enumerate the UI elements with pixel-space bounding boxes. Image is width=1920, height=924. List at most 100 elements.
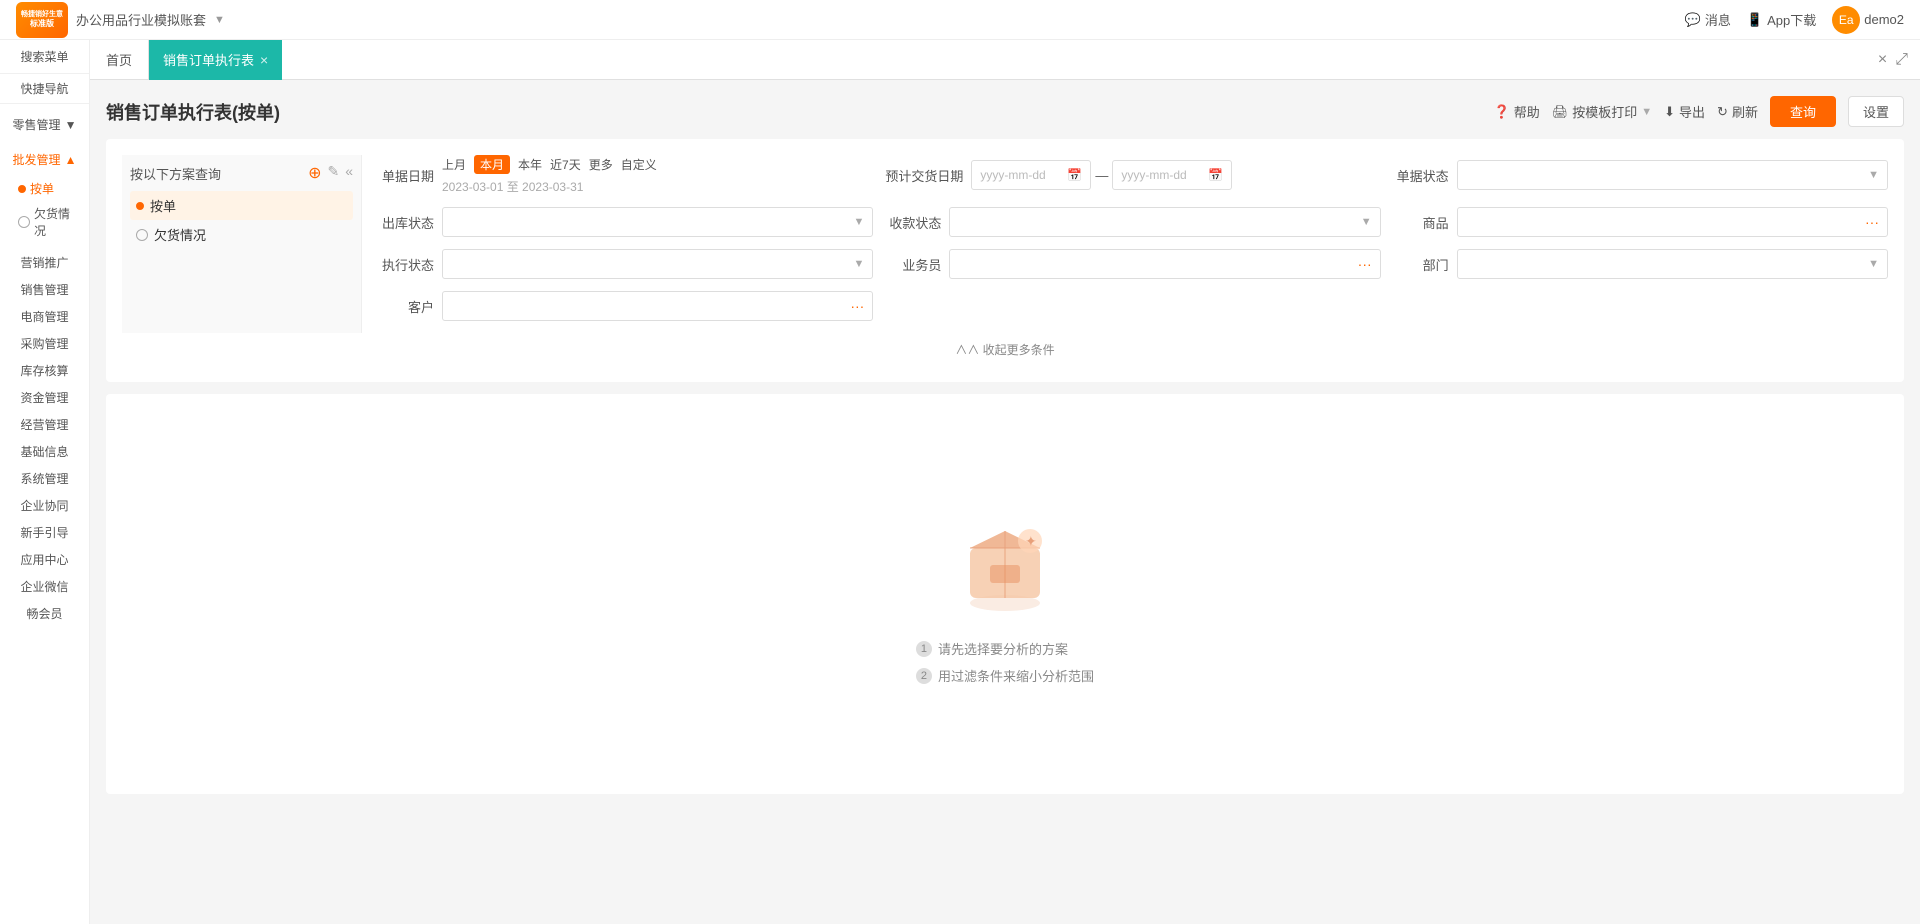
message-icon: 💬 [1685,12,1701,28]
date-tabs: 上月 本月 本年 近7天 更多 自定义 [442,155,873,174]
collapse-label: 收起更多条件 [983,343,1055,357]
execution-chevron: ▼ [853,258,864,270]
department-select[interactable]: ▼ [1457,249,1888,279]
sidebar-item-corp[interactable]: 企业协同 [0,492,89,519]
product-label: 商品 [1393,213,1449,232]
refresh-button[interactable]: ↻ 刷新 [1717,102,1758,121]
sidebar-item-finance[interactable]: 资金管理 [0,384,89,411]
date-tab-more[interactable]: 更多 [589,156,613,173]
query-button[interactable]: 查询 [1770,96,1836,127]
customer-input[interactable]: ··· [442,291,873,321]
sidebar-section-wholesale: 批发管理 ▲ 按单 欠货情况 [0,139,89,249]
wholesale-chevron: ▲ [65,153,77,167]
tab-close-button[interactable]: × [260,52,268,68]
product-input[interactable]: ··· [1457,207,1888,237]
message-button[interactable]: 💬 消息 [1685,10,1731,29]
date-tab-thismonth[interactable]: 本月 [474,155,510,174]
filter-delivery-field: 出库状态 ▼ [378,207,873,237]
sales-order-label: 按单 [30,180,54,197]
print-label: 按模板打印 [1572,102,1637,121]
sidebar-item-apps[interactable]: 应用中心 [0,546,89,573]
filter-status-field: 单据状态 ▼ [1393,155,1888,195]
sidebar-item-shortage[interactable]: 欠货情况 [12,201,77,243]
customer-ellipsis[interactable]: ··· [850,298,864,314]
date-separator: — [1095,168,1108,183]
tab-bar-controls: × ⤢ [1878,51,1920,69]
logo-subtext: 标准版 [30,19,54,29]
status-label: 单据状态 [1393,166,1449,185]
sidebar-quick-nav[interactable]: 快捷导航 [0,74,89,104]
settings-button[interactable]: 设置 [1848,96,1904,127]
sidebar-item-purchase[interactable]: 采购管理 [0,330,89,357]
empty-tip-2: 2 用过滤条件来缩小分析范围 [916,666,1094,685]
sidebar-item-newbie[interactable]: 新手引导 [0,519,89,546]
user-profile[interactable]: Ea demo2 [1832,6,1904,34]
print-button[interactable]: 🖨 按模板打印 ▼ [1552,102,1652,121]
sidebar-item-sales-mgmt[interactable]: 销售管理 [0,276,89,303]
scheme-item-shortage[interactable]: 欠货情况 [130,220,353,249]
page-content: 销售订单执行表(按单) ❓ 帮助 🖨 按模板打印 ▼ ⬇ [90,80,1920,924]
collapse-bar[interactable]: ∧∧ 收起更多条件 [122,333,1888,366]
scheme-collapse-icon[interactable]: « [345,163,353,183]
filter-execution-field: 执行状态 ▼ [378,249,873,279]
scheme-edit-icon[interactable]: ✎ [327,163,339,183]
salesperson-input[interactable]: ··· [949,249,1380,279]
window-close-button[interactable]: × [1878,51,1887,69]
shortage-label: 欠货情况 [34,205,71,239]
date-tab-7days[interactable]: 近7天 [550,156,581,173]
help-icon: ❓ [1494,104,1510,120]
empty-state: ✦ 1 请先选择要分析的方案 2 用过滤条件来缩小分析范围 [916,503,1094,685]
scheme-title: 按以下方案查询 [130,164,221,183]
scheme-icons: ⊕ ✎ « [308,163,353,183]
refresh-icon: ↻ [1717,104,1728,120]
sidebar-item-system[interactable]: 系统管理 [0,465,89,492]
sidebar-item-basic[interactable]: 基础信息 [0,438,89,465]
sidebar-item-member[interactable]: 畅会员 [0,600,89,627]
filter-salesperson-field: 业务员 ··· [885,249,1380,279]
date-tab-lastmonth[interactable]: 上月 [442,156,466,173]
date-filter-container: 上月 本月 本年 近7天 更多 自定义 2023-03-01 至 2023-03… [442,155,873,195]
sidebar-item-ecommerce[interactable]: 电商管理 [0,303,89,330]
tab-active-label: 销售订单执行表 [163,50,254,69]
execution-select[interactable]: ▼ [442,249,873,279]
collapse-icon: ∧∧ [955,343,979,357]
salesperson-ellipsis[interactable]: ··· [1358,256,1372,272]
scheme-panel-header: 按以下方案查询 ⊕ ✎ « [130,163,353,183]
expected-date-from[interactable]: yyyy-mm-dd 📅 [971,160,1091,190]
sidebar-item-wechat[interactable]: 企业微信 [0,573,89,600]
date-tab-custom[interactable]: 自定义 [621,156,657,173]
svg-text:✦: ✦ [1025,533,1037,549]
payment-select[interactable]: ▼ [949,207,1380,237]
scheme-add-icon[interactable]: ⊕ [308,163,321,183]
filter-department-field: 部门 ▼ [1393,249,1888,279]
delivery-chevron: ▼ [853,216,864,228]
app-download-button[interactable]: 📱 App下载 [1747,10,1816,29]
sidebar-item-operation[interactable]: 经营管理 [0,411,89,438]
product-ellipsis[interactable]: ··· [1865,214,1879,230]
content-area: 首页 销售订单执行表 × × ⤢ 销售订单执行表(按单) ❓ [90,40,1920,924]
date-tab-thisyear[interactable]: 本年 [518,156,542,173]
export-button[interactable]: ⬇ 导出 [1664,102,1705,121]
sidebar: 搜索菜单 快捷导航 零售管理 ▼ 批发管理 ▲ 按单 [0,40,90,924]
sidebar-item-marketing[interactable]: 营销推广 [0,249,89,276]
filter-row-4-empty-col3 [1393,291,1888,321]
main-area: 搜索菜单 快捷导航 零售管理 ▼ 批发管理 ▲ 按单 [0,40,1920,924]
help-button[interactable]: ❓ 帮助 [1494,102,1540,121]
filter-body: 按以下方案查询 ⊕ ✎ « 按单 [122,155,1888,333]
sidebar-item-wholesale[interactable]: 批发管理 ▲ [4,147,85,172]
filter-customer-field: 客户 ··· [378,291,873,321]
window-expand-button[interactable]: ⤢ [1895,51,1908,69]
sidebar-item-sales-order[interactable]: 按单 [12,176,77,201]
sidebar-item-retail[interactable]: 零售管理 ▼ [4,112,85,137]
expected-date-to[interactable]: yyyy-mm-dd 📅 [1112,160,1232,190]
scheme-item-order[interactable]: 按单 [130,191,353,220]
tip-text-1: 请先选择要分析的方案 [938,639,1068,658]
tab-active[interactable]: 销售订单执行表 × [149,40,282,80]
tab-home[interactable]: 首页 [90,40,149,80]
salesperson-label: 业务员 [885,255,941,274]
delivery-select[interactable]: ▼ [442,207,873,237]
top-bar-dropdown-icon[interactable]: ▼ [214,14,225,26]
sidebar-search[interactable]: 搜索菜单 [0,40,89,74]
sidebar-item-inventory[interactable]: 库存核算 [0,357,89,384]
status-select[interactable]: ▼ [1457,160,1888,190]
